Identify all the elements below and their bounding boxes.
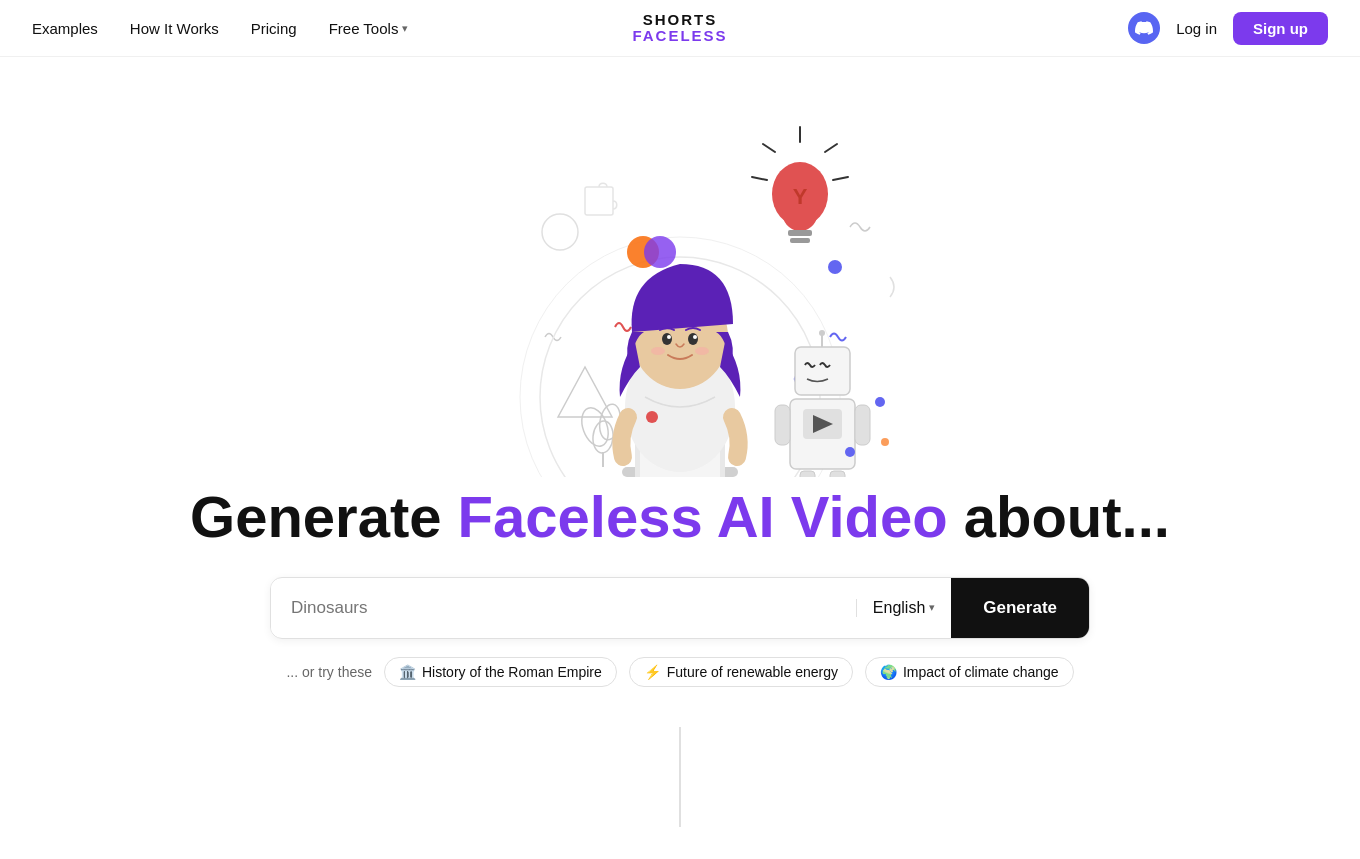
svg-rect-39 (830, 471, 845, 477)
svg-line-2 (825, 144, 837, 152)
svg-point-27 (688, 333, 698, 345)
nav-examples[interactable]: Examples (32, 20, 98, 37)
logo-shorts: SHORTS (632, 12, 727, 29)
svg-point-26 (662, 333, 672, 345)
nav-pricing[interactable]: Pricing (251, 20, 297, 37)
svg-line-3 (833, 177, 848, 180)
svg-rect-32 (795, 347, 850, 395)
hero-title: Generate Faceless AI Video about... (190, 485, 1170, 549)
svg-point-30 (651, 347, 665, 355)
suggestion-text-0: History of the Roman Empire (422, 664, 602, 680)
svg-text:Y: Y (793, 184, 808, 209)
svg-rect-8 (790, 238, 810, 243)
svg-point-10 (828, 260, 842, 274)
suggestion-chip-1[interactable]: ⚡ Future of renewable energy (629, 657, 853, 687)
login-button[interactable]: Log in (1176, 20, 1217, 37)
topic-input[interactable] (271, 580, 856, 636)
suggestion-text-1: Future of renewable energy (667, 664, 838, 680)
language-selector[interactable]: English ▾ (856, 599, 951, 617)
svg-point-48 (845, 447, 855, 457)
svg-point-34 (819, 330, 825, 336)
try-label: ... or try these (286, 664, 372, 680)
nav-right: Log in Sign up (1128, 12, 1328, 45)
hero-title-end: about... (948, 484, 1170, 549)
svg-point-46 (542, 214, 578, 250)
suggestion-emoji-1: ⚡ (644, 664, 661, 680)
hero-section: Y (0, 0, 1360, 827)
svg-point-19 (644, 236, 676, 268)
svg-rect-0 (585, 187, 613, 215)
svg-point-28 (667, 335, 671, 339)
discord-icon[interactable] (1128, 12, 1160, 44)
svg-rect-43 (855, 405, 870, 445)
svg-point-31 (695, 347, 709, 355)
signup-button[interactable]: Sign up (1233, 12, 1328, 45)
language-value: English (873, 599, 925, 617)
nav-free-tools[interactable]: Free Tools ▾ (329, 20, 409, 37)
discord-svg (1135, 19, 1153, 37)
language-chevron-icon: ▾ (929, 601, 935, 614)
generate-button[interactable]: Generate (951, 578, 1089, 638)
svg-line-5 (752, 177, 767, 180)
chevron-down-icon: ▾ (402, 22, 408, 35)
svg-rect-38 (800, 471, 815, 477)
navbar: Examples How It Works Pricing Free Tools… (0, 0, 1360, 57)
hero-title-start: Generate (190, 484, 458, 549)
hero-svg: Y (430, 57, 930, 477)
svg-point-29 (693, 335, 697, 339)
suggestion-emoji-2: 🌍 (880, 664, 897, 680)
logo-faceless: FACELESS (632, 28, 727, 45)
nav-how-it-works[interactable]: How It Works (130, 20, 219, 37)
try-these-row: ... or try these 🏛️ History of the Roman… (286, 657, 1073, 687)
svg-point-49 (881, 438, 889, 446)
svg-line-4 (763, 144, 775, 152)
suggestion-text-2: Impact of climate change (903, 664, 1059, 680)
suggestion-emoji-0: 🏛️ (399, 664, 416, 680)
svg-rect-7 (788, 230, 812, 236)
svg-rect-42 (775, 405, 790, 445)
hero-title-highlight: Faceless AI Video (458, 484, 948, 549)
hero-illustration: Y (430, 57, 930, 477)
svg-point-44 (875, 397, 885, 407)
topic-input-row: English ▾ Generate (270, 577, 1090, 639)
nav-left: Examples How It Works Pricing Free Tools… (32, 20, 408, 37)
section-divider (679, 727, 681, 827)
nav-logo: SHORTS FACELESS (632, 12, 727, 45)
svg-point-47 (646, 411, 658, 423)
suggestion-chip-2[interactable]: 🌍 Impact of climate change (865, 657, 1074, 687)
suggestion-chip-0[interactable]: 🏛️ History of the Roman Empire (384, 657, 617, 687)
